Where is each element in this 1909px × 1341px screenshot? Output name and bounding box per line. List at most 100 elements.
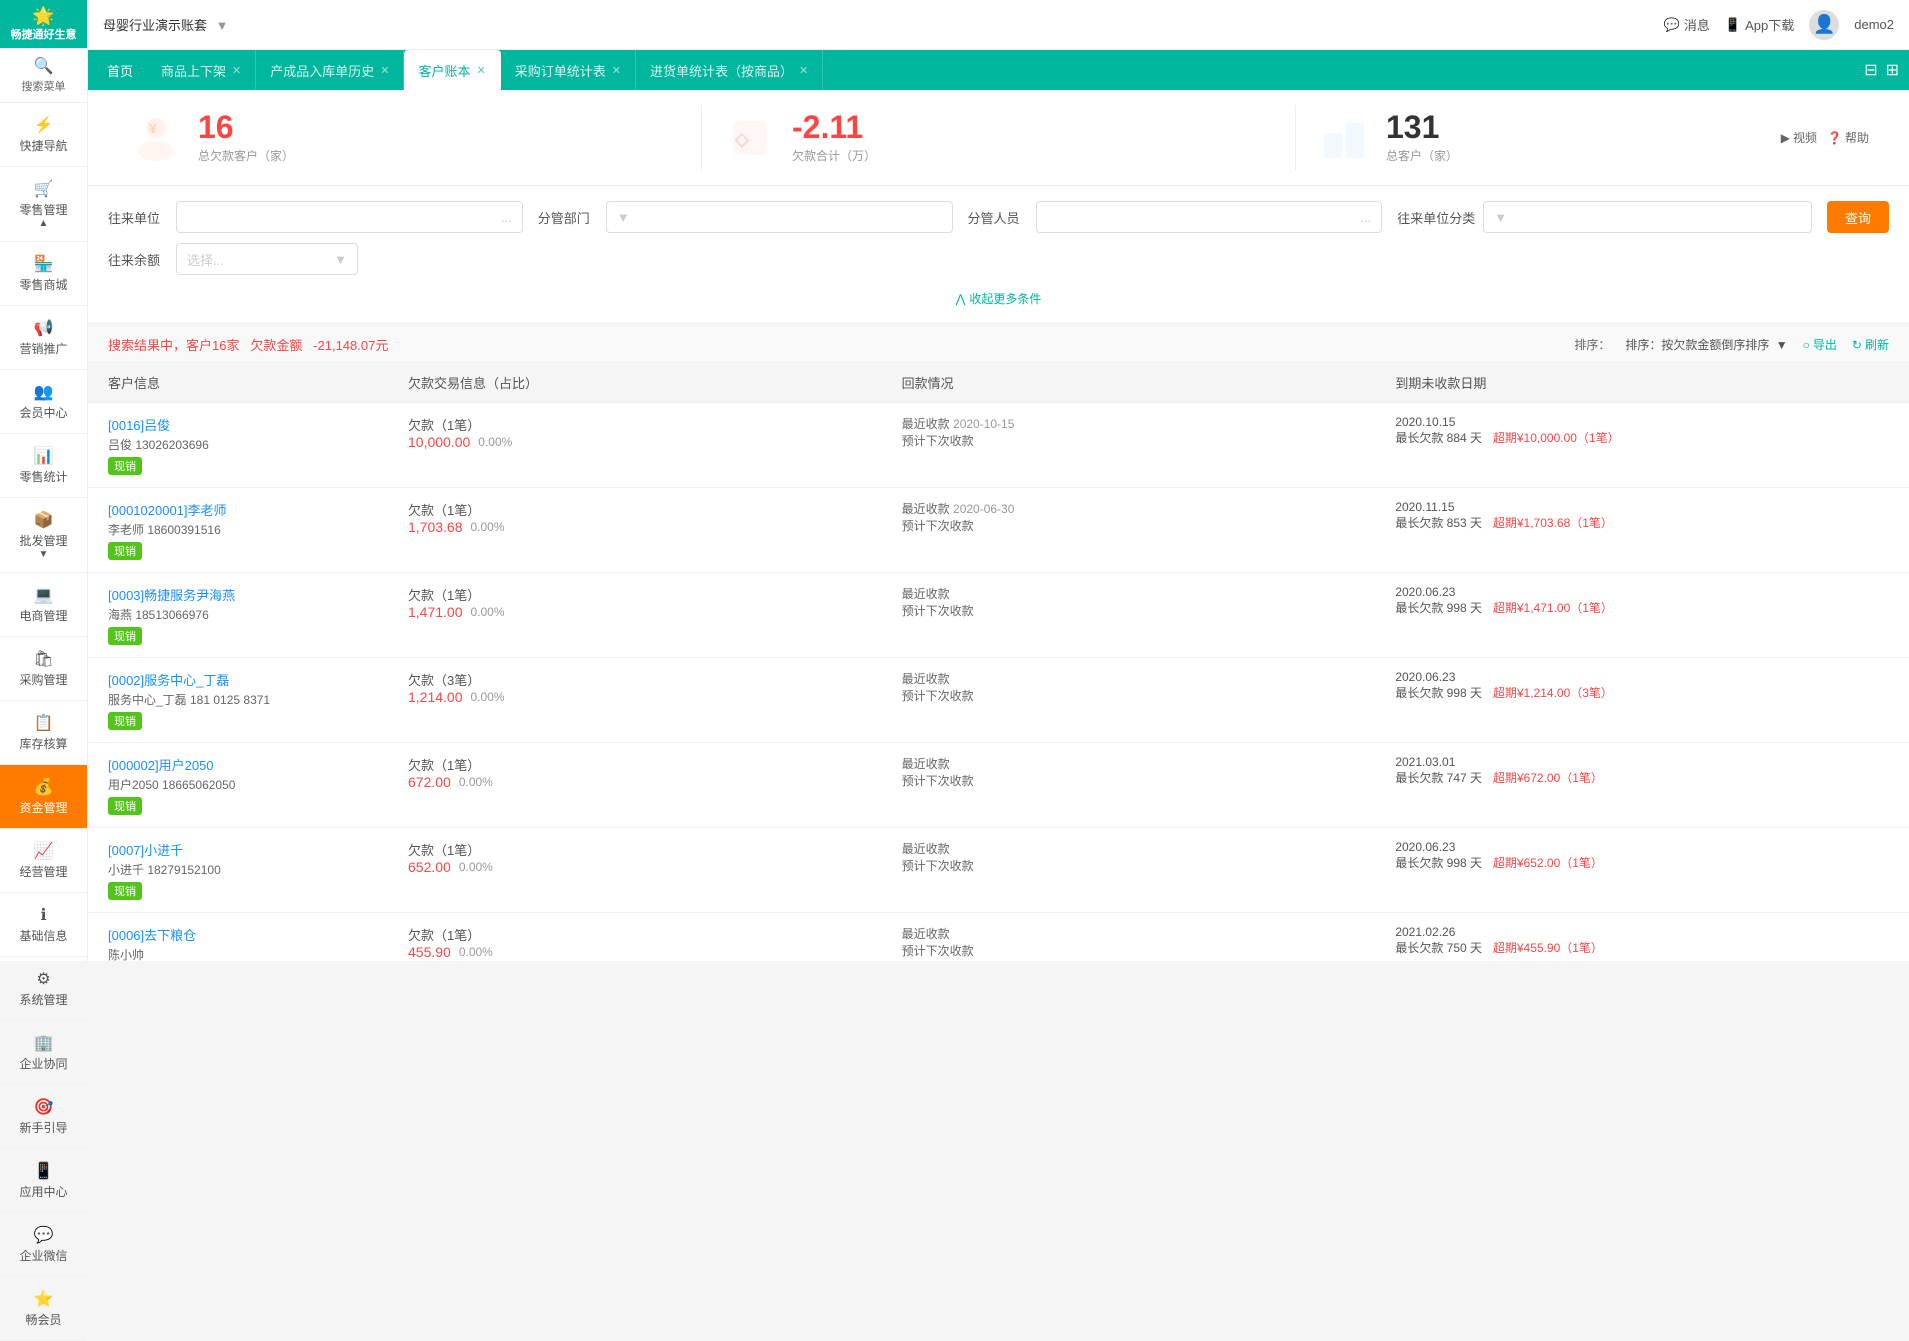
company-selector[interactable]: 母婴行业演示账套 ▼	[103, 15, 229, 34]
sidebar-item-ecommerce[interactable]: 💻 电商管理	[0, 573, 87, 637]
total-customers-icon	[1316, 110, 1371, 165]
tab-home[interactable]: 首页	[93, 50, 147, 90]
stats-bar: ¥ 16 总欠款客户（家） ◇	[88, 90, 1909, 186]
sidebar-item-search[interactable]: 🔍 搜索菜单	[0, 48, 87, 103]
due-date: 2020.06.23	[1395, 670, 1889, 684]
tab-close-icon[interactable]: ✕	[799, 64, 808, 77]
chevron-down-icon: ▼	[5, 549, 82, 560]
chevron-down-icon: ▼	[1776, 338, 1788, 352]
next-payment: 预计下次收款	[902, 942, 1396, 959]
dept-input[interactable]: ▼	[606, 201, 953, 233]
sidebar-item-marketing[interactable]: 📢 营销推广	[0, 306, 87, 370]
unit-category-input[interactable]: ▼	[1483, 201, 1812, 233]
overdue-amount-link[interactable]: 超期¥672.00（1笔）	[1493, 771, 1603, 785]
sidebar-item-basic-info[interactable]: ℹ 基础信息	[0, 893, 87, 957]
sidebar-item-label: 零售统计	[5, 468, 82, 485]
inventory-icon: 📋	[5, 713, 82, 733]
tab-import-stats[interactable]: 进货单统计表（按商品） ✕	[636, 50, 823, 90]
sidebar-item-batch-mgmt[interactable]: 📦 批发管理 ▼	[0, 498, 87, 573]
debt-amount-link[interactable]: 652.00	[408, 859, 451, 875]
sidebar-item-retail-mall[interactable]: 🏪 零售商城	[0, 242, 87, 306]
tab-collapse-icon[interactable]: ⊟	[1864, 60, 1877, 80]
overdue-amount-link[interactable]: 超期¥455.90（1笔）	[1493, 941, 1603, 955]
customer-tag: 现销	[108, 542, 142, 560]
mobile-icon: 📱	[1725, 17, 1741, 33]
app-download-button[interactable]: 📱 App下载	[1725, 15, 1794, 34]
debt-amount-link[interactable]: 1,703.68	[408, 519, 463, 535]
dept-label: 分管部门	[538, 208, 598, 227]
tab-close-icon[interactable]: ✕	[232, 64, 241, 77]
overdue-amount-link[interactable]: 超期¥1,214.00（3笔）	[1493, 686, 1613, 700]
customer-name-link[interactable]: [000002]用户2050	[108, 755, 408, 774]
tab-expand-icon[interactable]: ⊞	[1886, 60, 1899, 80]
debt-info-cell: 欠款（1笔） 652.00 0.00%	[408, 840, 902, 900]
tab-customer-account[interactable]: 客户账本 ✕	[404, 50, 500, 90]
latest-payment: 最近收款	[902, 840, 1396, 857]
customer-name-link[interactable]: [0007]小进千	[108, 840, 408, 859]
customer-name-link[interactable]: [0002]服务中心_丁磊	[108, 670, 408, 689]
sidebar-item-system[interactable]: ⚙ 系统管理	[0, 957, 87, 1021]
customer-name-link[interactable]: [0006]去下粮仓	[108, 925, 408, 944]
member-icon: 👥	[5, 382, 82, 402]
view-video-button[interactable]: ▶ 视频	[1781, 129, 1817, 146]
sidebar-item-operations[interactable]: 📈 经营管理	[0, 829, 87, 893]
tab-purchase-order[interactable]: 采购订单统计表 ✕	[501, 50, 636, 90]
source-unit-label: 往来单位	[108, 208, 168, 227]
customer-info-cell: [0006]去下粮仓 陈小帅 现销	[108, 925, 408, 961]
customer-tag: 现销	[108, 457, 142, 475]
debt-amount-link[interactable]: 10,000.00	[408, 434, 470, 450]
debt-amount-link[interactable]: 1,471.00	[408, 604, 463, 620]
purchase-icon: 🛍	[5, 649, 82, 669]
sidebar-item-retail-mgmt[interactable]: 🛒 零售管理 ▲	[0, 167, 87, 242]
overdue-amount-link[interactable]: 超期¥1,471.00（1笔）	[1493, 601, 1613, 615]
customer-tag: 现销	[108, 627, 142, 645]
debt-amount-link[interactable]: 1,214.00	[408, 689, 463, 705]
debt-amount-link[interactable]: 672.00	[408, 774, 451, 790]
overdue-amount-link[interactable]: 超期¥652.00（1笔）	[1493, 856, 1603, 870]
refresh-button[interactable]: ↻ 刷新	[1852, 336, 1889, 353]
sidebar-item-inventory[interactable]: 📋 库存核算	[0, 701, 87, 765]
source-unit-input[interactable]: ...	[176, 201, 523, 233]
col-header-due: 到期未收款日期	[1395, 373, 1889, 392]
search-button[interactable]: 查询	[1827, 201, 1889, 233]
customer-name-link[interactable]: [0001020001]李老师	[108, 500, 408, 519]
tab-production[interactable]: 产成品入库单历史 ✕	[256, 50, 404, 90]
sort-selector[interactable]: 排序：按欠款金额倒序排序 ▼	[1625, 336, 1787, 353]
tab-close-icon[interactable]: ✕	[477, 64, 486, 77]
sidebar-item-capital[interactable]: 💰 资金管理	[0, 765, 87, 829]
avatar[interactable]: 👤	[1809, 10, 1839, 40]
help-button[interactable]: ❓ 帮助	[1827, 129, 1869, 146]
tab-close-icon[interactable]: ✕	[612, 64, 621, 77]
overdue-amount-link[interactable]: 超期¥1,703.68（1笔）	[1493, 516, 1613, 530]
sidebar-item-quick-nav[interactable]: ⚡ 快捷导航	[0, 103, 87, 167]
results-bar: 搜索结果中，客户16家 欠款金额 -21,148.07元 排序： 排序：按欠款金…	[88, 327, 1909, 363]
sidebar-item-vip[interactable]: ⭐ 畅会员	[0, 1277, 87, 1341]
person-input[interactable]: ...	[1036, 201, 1383, 233]
collapse-more-filters-button[interactable]: ⋀ 收起更多条件	[108, 285, 1889, 312]
filter-balance: 往来余额 选择... ▼	[108, 243, 358, 275]
debt-count: 欠款（1笔）	[408, 755, 902, 774]
sort-label: 排序：	[1574, 336, 1610, 353]
sidebar-item-guide[interactable]: 🎯 新手引导	[0, 1085, 87, 1149]
debt-info-cell: 欠款（1笔） 1,703.68 0.00%	[408, 500, 902, 560]
payment-info-cell: 最近收款 预计下次收款	[902, 840, 1396, 900]
sidebar-item-retail-stats[interactable]: 📊 零售统计	[0, 434, 87, 498]
message-button[interactable]: 💬 消息	[1664, 15, 1710, 34]
sidebar-item-enterprise[interactable]: 🏢 企业协同	[0, 1021, 87, 1085]
overdue-amount-link[interactable]: 超期¥10,000.00（1笔）	[1493, 431, 1620, 445]
customer-name-link[interactable]: [0016]吕俊	[108, 415, 408, 434]
dropdown-arrow-icon: ▼	[216, 18, 229, 33]
sidebar-item-wechat[interactable]: 💬 企业微信	[0, 1213, 87, 1277]
export-button[interactable]: ○ 导出	[1803, 336, 1837, 353]
tab-products[interactable]: 商品上下架 ✕	[147, 50, 256, 90]
sidebar-item-app-center[interactable]: 📱 应用中心	[0, 1149, 87, 1213]
debt-amount-link[interactable]: 455.90	[408, 944, 451, 960]
sidebar-item-purchase[interactable]: 🛍 采购管理	[0, 637, 87, 701]
balance-input[interactable]: 选择... ▼	[176, 243, 358, 275]
customer-phone: 李老师 18600391516	[108, 521, 408, 538]
tab-close-icon[interactable]: ✕	[380, 64, 389, 77]
next-payment: 预计下次收款	[902, 602, 1396, 619]
latest-payment: 最近收款 2020-10-15	[902, 415, 1396, 432]
sidebar-item-member[interactable]: 👥 会员中心	[0, 370, 87, 434]
customer-name-link[interactable]: [0003]畅捷服务尹海燕	[108, 585, 408, 604]
